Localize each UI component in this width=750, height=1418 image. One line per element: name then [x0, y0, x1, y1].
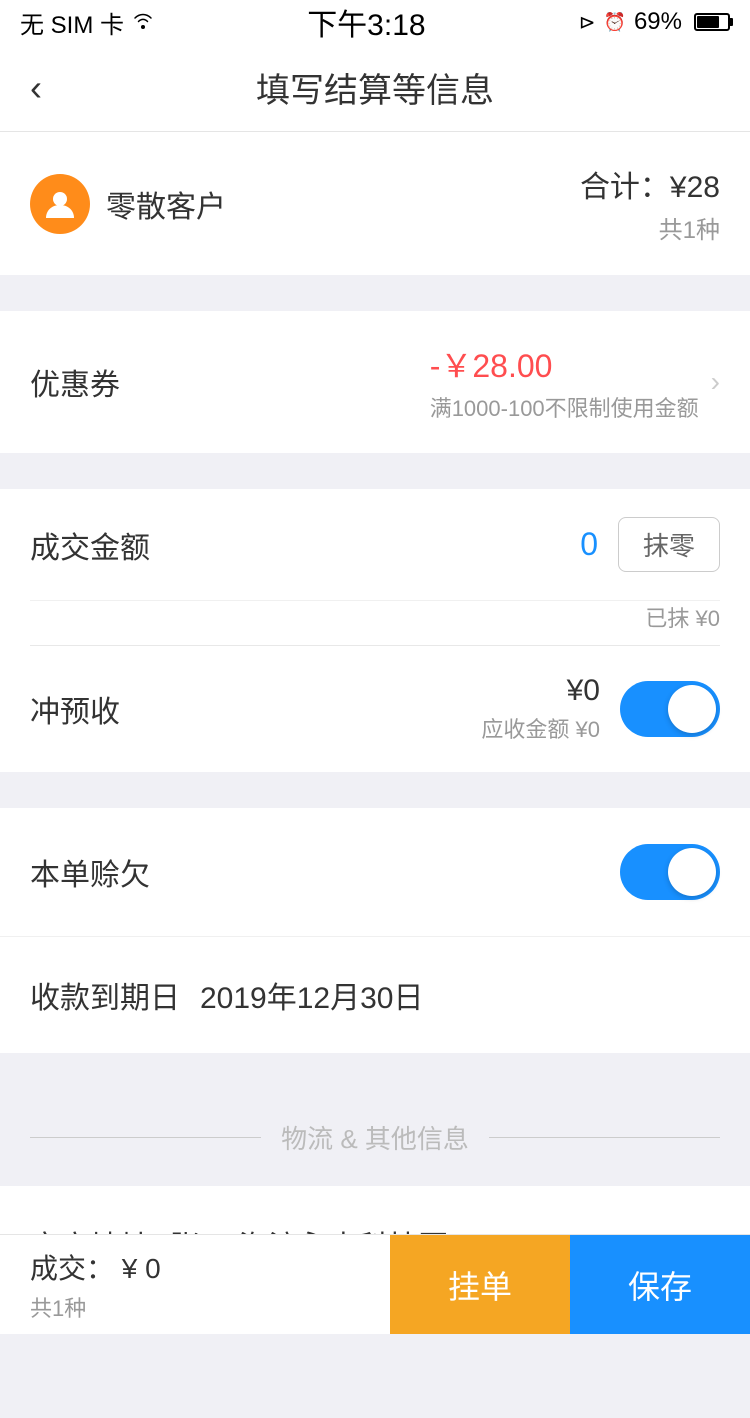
bottom-count: 共1种	[30, 1291, 360, 1323]
section-gap-3	[0, 788, 750, 808]
network-label: 无 SIM 卡	[20, 5, 124, 40]
prepay-right: ¥0 应收金额 ¥0	[481, 674, 720, 744]
deal-amount-sub: 已抹 ¥0	[30, 601, 720, 645]
due-date-row: 收款到期日 2019年12月30日	[0, 937, 750, 1053]
deal-amount-row: 成交金额 0 抹零	[30, 489, 720, 601]
customer-left: 零散客户	[30, 174, 226, 234]
bottom-deal-amount: ¥ 0	[122, 1253, 161, 1284]
save-button[interactable]: 保存	[570, 1235, 750, 1334]
coupon-right: -￥28.00 满1000-100不限制使用金额 ›	[430, 341, 720, 423]
section-gap-2	[0, 469, 750, 489]
logistics-text: 物流 & 其他信息	[281, 1119, 469, 1156]
location-icon: ⊳	[579, 10, 596, 35]
status-left: 无 SIM 卡	[20, 5, 154, 40]
customer-avatar	[30, 174, 90, 234]
coupon-discount: -￥28.00	[430, 341, 699, 387]
logistics-line-right	[489, 1137, 720, 1138]
bottom-deal-text: 成交：	[30, 1253, 114, 1284]
status-right: ⊳ ⏰ 69%	[579, 8, 730, 36]
prepay-amount: ¥0	[481, 674, 600, 708]
page-title: 填写结算等信息	[256, 63, 494, 112]
customer-row: 零散客户 合计：¥28 共1种	[0, 132, 750, 275]
back-button[interactable]: ‹	[30, 67, 42, 109]
section-gap-1	[0, 291, 750, 311]
customer-section: 零散客户 合计：¥28 共1种	[0, 132, 750, 275]
chevron-right-icon: ›	[711, 366, 720, 398]
round-zero-button[interactable]: 抹零	[618, 517, 720, 572]
deal-amount-label: 成交金额	[30, 523, 150, 567]
logistics-line: 物流 & 其他信息	[30, 1119, 720, 1156]
total-count: 共1种	[580, 210, 720, 245]
bottom-bar: 成交： ¥ 0 共1种 挂单 保存	[0, 1234, 750, 1334]
nav-bar: ‹ 填写结算等信息	[0, 44, 750, 132]
alarm-icon: ⏰	[604, 12, 626, 33]
logistics-line-left	[30, 1137, 261, 1138]
toggle-knob	[668, 685, 716, 733]
debt-toggle-knob	[668, 848, 716, 896]
status-bar: 无 SIM 卡 下午3:18 ⊳ ⏰ 69%	[0, 0, 750, 44]
deal-amount-right: 0 抹零	[580, 517, 720, 572]
coupon-label: 优惠券	[30, 360, 120, 404]
hold-button[interactable]: 挂单	[390, 1235, 570, 1334]
battery-percent: 69%	[634, 8, 682, 36]
debt-label: 本单赊欠	[30, 850, 150, 894]
user-icon	[42, 186, 78, 222]
section-gap-4	[0, 1069, 750, 1089]
bottom-summary: 成交： ¥ 0 共1种	[0, 1235, 390, 1334]
coupon-description: 满1000-100不限制使用金额	[430, 391, 699, 423]
deal-amount-value: 0	[580, 526, 598, 563]
debt-section: 本单赊欠 收款到期日 2019年12月30日	[0, 808, 750, 1053]
logistics-section: 物流 & 其他信息	[0, 1089, 750, 1186]
customer-name: 零散客户	[106, 182, 226, 226]
battery-icon	[694, 13, 730, 31]
prepay-values: ¥0 应收金额 ¥0	[481, 674, 600, 744]
coupon-row[interactable]: 优惠券 -￥28.00 满1000-100不限制使用金额 ›	[0, 311, 750, 453]
main-content: 零散客户 合计：¥28 共1种 优惠券 -￥28.00 满1000-100不限制…	[0, 132, 750, 1418]
coupon-values: -￥28.00 满1000-100不限制使用金额	[430, 341, 699, 423]
debt-row: 本单赊欠	[0, 808, 750, 937]
customer-right: 合计：¥28 共1种	[580, 162, 720, 245]
bottom-deal-label: 成交： ¥ 0	[30, 1247, 360, 1287]
prepay-row: 冲预收 ¥0 应收金额 ¥0	[0, 646, 750, 772]
prepay-label: 冲预收	[30, 687, 120, 731]
debt-toggle[interactable]	[620, 844, 720, 900]
due-date-value: 2019年12月30日	[200, 973, 423, 1017]
coupon-section[interactable]: 优惠券 -￥28.00 满1000-100不限制使用金额 ›	[0, 311, 750, 453]
due-date-label: 收款到期日	[30, 973, 180, 1017]
prepay-toggle[interactable]	[620, 681, 720, 737]
deal-amount-section: 成交金额 0 抹零 已抹 ¥0	[0, 489, 750, 645]
total-amount: 合计：¥28	[580, 162, 720, 206]
wifi-icon	[132, 8, 154, 36]
prepay-sub: 应收金额 ¥0	[481, 712, 600, 744]
prepay-section: 冲预收 ¥0 应收金额 ¥0	[0, 645, 750, 772]
status-time: 下午3:18	[307, 0, 425, 44]
